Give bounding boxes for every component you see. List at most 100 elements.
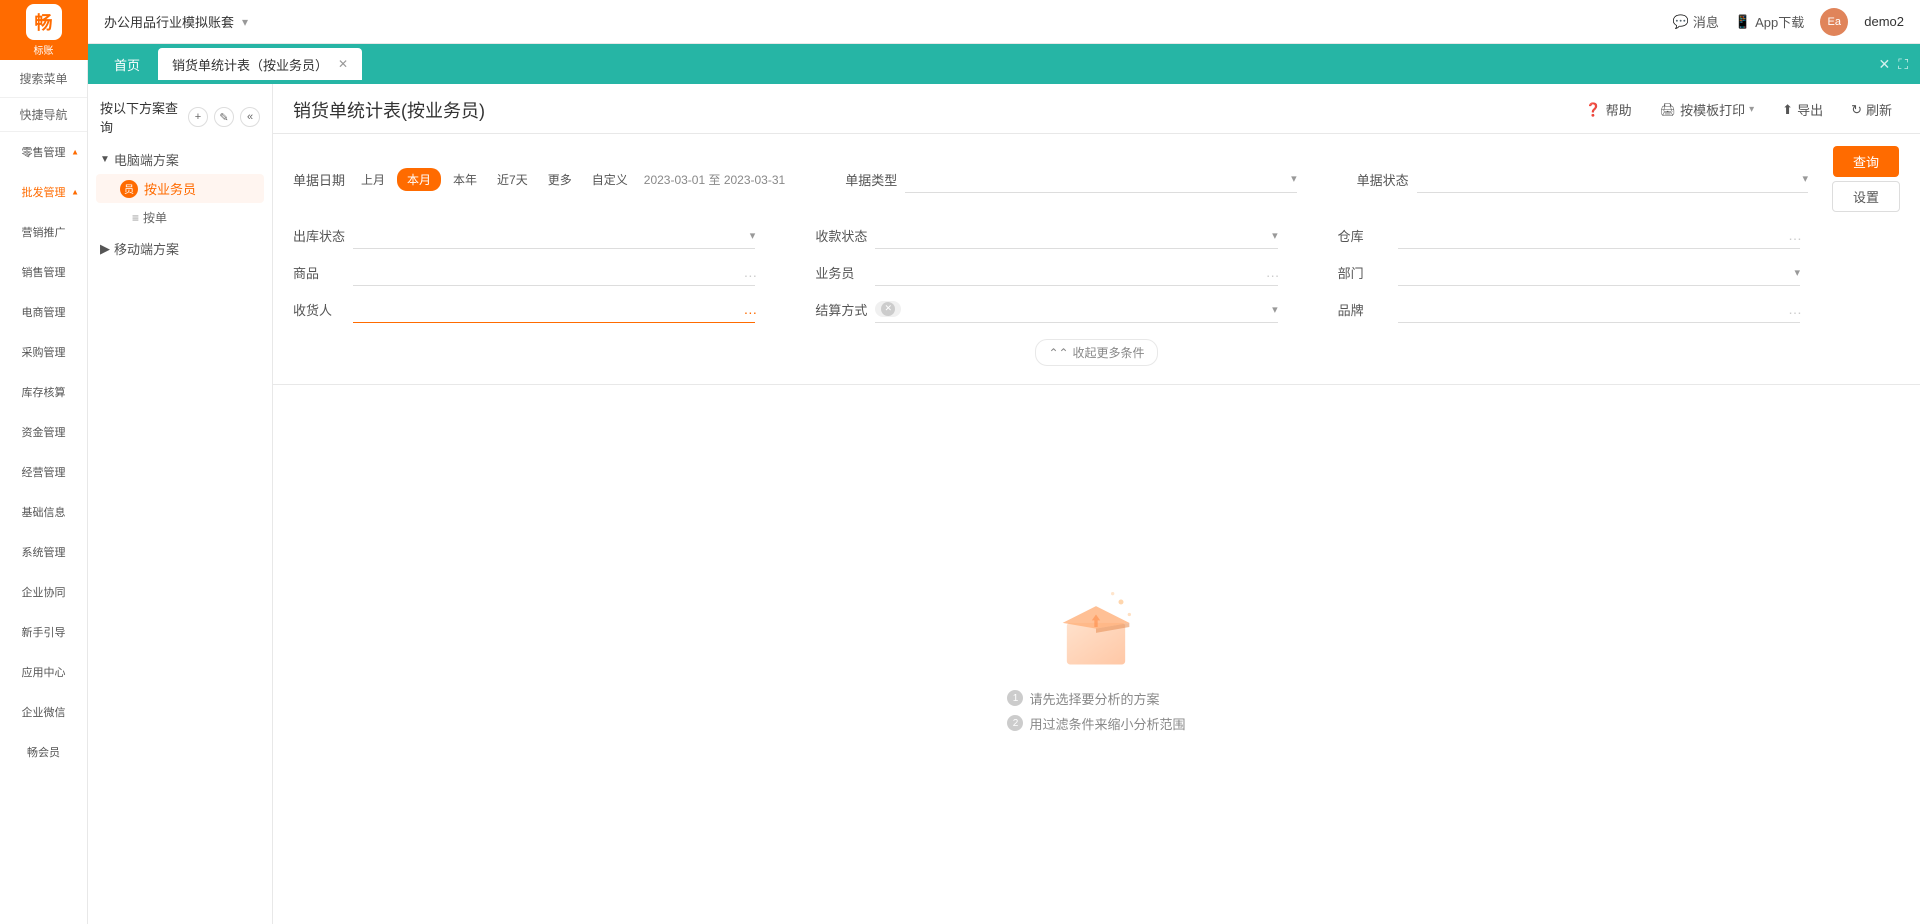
date-btn-this-year[interactable]: 本年 [445,168,485,191]
tab-close-window-btn[interactable]: ✕ [1878,56,1890,73]
date-filter-controls: 上月 本月 本年 近7天 更多 自定义 2023-03-01 至 2023-03… [353,168,785,191]
tip-2-num: 2 [1007,715,1023,731]
tip-1-text: 请先选择要分析的方案 [1029,689,1159,708]
order-status-select[interactable]: ▾ [1417,166,1808,193]
brand-more-icon[interactable]: … [1788,301,1800,317]
salesperson-value [875,262,1261,282]
sidebar-item-marketing[interactable]: 营销推广 [0,212,87,252]
filter-row-2: 出库状态 ▾ 收款状态 ▾ [293,222,1900,249]
left-panel-add-btn[interactable]: + [188,107,208,127]
sidebar-item-purchase[interactable]: 采购管理 [0,332,87,372]
warehouse-select[interactable]: … [1398,222,1800,249]
app-dropdown-icon[interactable]: ▾ [242,15,248,29]
sidebar-item-member[interactable]: 畅会员 [0,732,87,772]
filter-settlement: 结算方式 ✕ ▾ [815,296,1277,323]
department-select[interactable]: ▾ [1398,259,1800,286]
scheme-item-by-salesperson-label: 按业务员 [144,179,196,198]
salesperson-select[interactable]: … [875,259,1277,286]
receipt-status-label: 收款状态 [815,226,875,245]
sidebar-item-wholesale[interactable]: 批发管理 [0,172,87,212]
scheme-group-pc-header[interactable]: ▼ 电脑端方案 [96,146,264,173]
receipt-status-dropdown-icon: ▾ [1272,229,1278,242]
order-type-dropdown-icon: ▾ [1291,172,1297,185]
receiver-more-icon[interactable]: … [743,301,755,317]
sidebar-item-enterprise[interactable]: 企业协同 [0,572,87,612]
sidebar-quick-nav[interactable]: 快捷导航 [0,98,87,132]
sidebar-item-ecommerce[interactable]: 电商管理 [0,292,87,332]
page-actions: ❓ 帮助 🖨 按模板打印 ▾ ⬆ 导出 ↻ 刷新 [1577,96,1900,123]
sidebar-logo[interactable]: 畅 标账 [0,0,88,60]
tab-sales-stat[interactable]: 销货单统计表（按业务员） ✕ [158,48,362,80]
receiver-value [353,299,739,319]
query-button[interactable]: 查询 [1833,146,1899,177]
sidebar-search[interactable]: 搜索菜单 [0,60,87,98]
brand-select[interactable]: … [1398,296,1800,323]
logo-icon: 畅 [26,4,62,40]
settlement-label: 结算方式 [815,300,875,319]
sidebar-item-finance[interactable]: 资金管理 [0,412,87,452]
product-more-icon[interactable]: … [743,264,755,280]
sidebar-item-basic-info[interactable]: 基础信息 [0,492,87,532]
scheme-group-mobile-header[interactable]: ▶ 移动端方案 [96,235,264,262]
scheme-item-by-salesperson[interactable]: 员 按业务员 [96,174,264,203]
receipt-status-select[interactable]: ▾ [875,222,1277,249]
empty-state-icon [1046,577,1146,677]
scheme-sub-item-by-order[interactable]: ≡ 按单 [96,204,264,231]
date-btn-last-month[interactable]: 上月 [353,168,393,191]
refresh-icon: ↻ [1851,102,1862,118]
sidebar-item-inventory[interactable]: 库存核算 [0,372,87,412]
out-status-select[interactable]: ▾ [353,222,755,249]
collapse-bar: ⌃⌃ 收起更多条件 [293,333,1900,372]
sidebar-item-system[interactable]: 系统管理 [0,532,87,572]
help-btn[interactable]: ❓ 帮助 [1577,96,1639,123]
filter-area: 单据日期 上月 本月 本年 近7天 更多 自定义 2023-03-01 至 20… [273,134,1920,385]
scheme-sub-item-by-order-label: 按单 [143,209,167,226]
settlement-tag-remove-icon[interactable]: ✕ [881,302,895,316]
template-print-label: 按模板打印 [1680,100,1745,119]
date-range-display: 2023-03-01 至 2023-03-31 [644,171,785,188]
out-status-dropdown-icon: ▾ [750,229,756,242]
left-panel-collapse-btn[interactable]: « [240,107,260,127]
page-title: 销货单统计表(按业务员) [293,97,485,123]
message-btn[interactable]: 💬 消息 [1673,12,1719,31]
order-type-select[interactable]: ▾ [905,166,1296,193]
tab-home[interactable]: 首页 [100,48,154,80]
order-status-value [1417,169,1799,189]
date-btn-last-7-days[interactable]: 近7天 [489,168,536,191]
sidebar-item-retail[interactable]: 零售管理 [0,132,87,172]
receiver-select[interactable]: … [353,296,755,323]
settings-button[interactable]: 设置 [1832,181,1900,212]
sidebar-item-sales[interactable]: 销售管理 [0,252,87,292]
salesperson-label: 业务员 [815,263,875,282]
filter-department: 部门 ▾ [1338,259,1800,286]
salesperson-more-icon[interactable]: … [1266,264,1278,280]
tab-close-icon[interactable]: ✕ [338,57,348,71]
product-select[interactable]: … [353,259,755,286]
date-btn-more[interactable]: 更多 [540,168,580,191]
template-print-btn[interactable]: 🖨 按模板打印 ▾ [1652,96,1763,123]
warehouse-more-icon[interactable]: … [1788,227,1800,243]
left-panel-edit-btn[interactable]: ✎ [214,107,234,127]
collapse-conditions-btn[interactable]: ⌃⌃ 收起更多条件 [1035,339,1157,366]
warehouse-value [1398,225,1784,245]
tip-2-text: 用过滤条件来缩小分析范围 [1029,714,1185,733]
filter-brand: 品牌 … [1338,296,1800,323]
date-btn-custom[interactable]: 自定义 [584,168,636,191]
tab-maximize-btn[interactable]: ⛶ [1898,56,1908,73]
app-download-btn[interactable]: 📱 App下载 [1735,12,1804,31]
product-label: 商品 [293,263,353,282]
sidebar-item-enterprise-wechat[interactable]: 企业微信 [0,692,87,732]
export-btn[interactable]: ⬆ 导出 [1774,96,1831,123]
settlement-select[interactable]: ✕ ▾ [875,296,1277,323]
refresh-btn[interactable]: ↻ 刷新 [1843,96,1900,123]
date-label: 单据日期 [293,170,353,189]
sidebar-item-newbie[interactable]: 新手引导 [0,612,87,652]
user-avatar[interactable]: Ea [1820,8,1848,36]
refresh-label: 刷新 [1866,100,1892,119]
filter-receiver: 收货人 … [293,296,755,323]
pc-group-arrow-icon: ▼ [100,154,110,165]
sidebar-item-app-center[interactable]: 应用中心 [0,652,87,692]
sidebar: 畅 标账 搜索菜单 快捷导航 零售管理 批发管理 营销推广 销售管理 电商管理 … [0,0,88,924]
date-btn-this-month[interactable]: 本月 [397,168,441,191]
sidebar-item-operations[interactable]: 经营管理 [0,452,87,492]
